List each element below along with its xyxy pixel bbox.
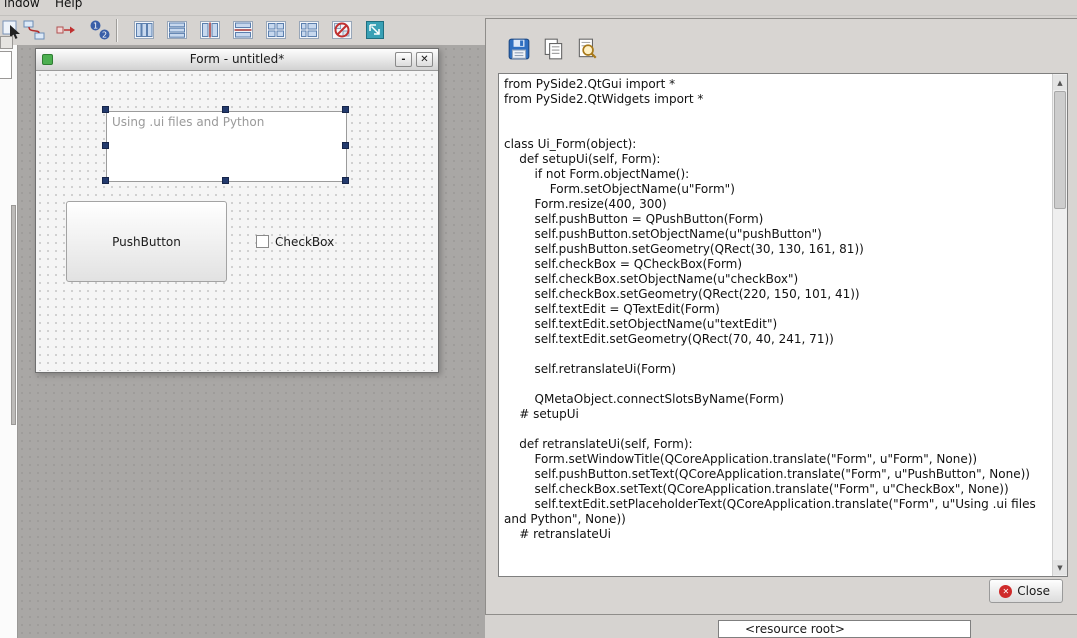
widgetbox-scrollbar-thumb[interactable] [11, 205, 16, 425]
selection-handle-middle-right[interactable] [342, 142, 349, 149]
form-canvas[interactable]: Using .ui files and Python PushButton Ch… [36, 71, 438, 371]
code-preview-dialog: from PySide2.QtGui import * from PySide2… [485, 18, 1077, 615]
copy-button[interactable] [541, 36, 567, 62]
selection-handle-middle-left[interactable] [102, 142, 109, 149]
layout-form-icon [298, 19, 320, 41]
code-text: from PySide2.QtGui import * from PySide2… [499, 74, 1067, 545]
close-button-label: Close [1017, 584, 1050, 598]
form-close-button[interactable]: ✕ [416, 52, 433, 67]
menu-help[interactable]: Help [55, 0, 82, 10]
layout-horizontal-button[interactable] [132, 18, 156, 42]
layout-grid-button[interactable] [264, 18, 288, 42]
edit-buddies-icon [56, 19, 78, 41]
save-icon [507, 37, 531, 61]
toolbar-separator [116, 19, 118, 42]
layout-horizontal-icon [133, 19, 155, 41]
main-toolbar: 12 [0, 17, 482, 45]
code-scrollbar-thumb[interactable] [1054, 91, 1066, 209]
layout-form-button[interactable] [297, 18, 321, 42]
break-layout-button[interactable] [330, 18, 354, 42]
menubar: indow Help [0, 0, 1077, 16]
selection-handle-top-left[interactable] [102, 106, 109, 113]
edit-signals-slots-button[interactable] [22, 18, 46, 42]
code-view[interactable]: from PySide2.QtGui import * from PySide2… [498, 73, 1068, 577]
scroll-down-icon[interactable]: ▼ [1053, 560, 1067, 575]
selection-handle-top-right[interactable] [342, 106, 349, 113]
form-minimize-button[interactable]: - [395, 52, 412, 67]
layout-vertical-splitter-icon [232, 19, 254, 41]
code-scrollbar[interactable]: ▲ ▼ [1052, 74, 1067, 576]
edit-signals-slots-icon [23, 19, 45, 41]
widgetbox-filter-field[interactable] [0, 51, 12, 79]
close-button[interactable]: ✕ Close [989, 579, 1063, 603]
form-titlebar[interactable]: Form - untitled* - ✕ [36, 49, 438, 71]
layout-vertical-icon [166, 19, 188, 41]
mdi-area: Form - untitled* - ✕ Using .ui files and… [18, 45, 485, 638]
scroll-up-icon[interactable]: ▲ [1053, 75, 1067, 90]
checkbox-widget[interactable]: CheckBox [256, 221, 357, 262]
form-editor-window: Form - untitled* - ✕ Using .ui files and… [35, 48, 439, 373]
edit-tab-order-button[interactable]: 12 [88, 18, 112, 42]
find-icon [575, 37, 599, 61]
pushbutton-label: PushButton [112, 235, 181, 249]
close-x-icon: ✕ [999, 585, 1012, 598]
dock-mini-button[interactable] [0, 36, 13, 49]
selection-handle-top-center[interactable] [222, 106, 229, 113]
resource-browser: <resource root> [718, 620, 971, 638]
adjust-size-icon [364, 19, 386, 41]
copy-icon [542, 37, 566, 61]
textedit-placeholder: Using .ui files and Python [107, 112, 346, 132]
selection-handle-bottom-center[interactable] [222, 177, 229, 184]
selection-handle-bottom-left[interactable] [102, 177, 109, 184]
layout-vertical-splitter-button[interactable] [231, 18, 255, 42]
svg-text:1: 1 [93, 22, 98, 31]
resource-root-item[interactable]: <resource root> [719, 621, 970, 636]
selection-handle-bottom-right[interactable] [342, 177, 349, 184]
adjust-size-button[interactable] [363, 18, 387, 42]
layout-vertical-button[interactable] [165, 18, 189, 42]
svg-text:2: 2 [102, 31, 107, 40]
textedit-widget[interactable]: Using .ui files and Python [106, 111, 347, 182]
checkbox-indicator [256, 235, 269, 248]
layout-horizontal-splitter-icon [199, 19, 221, 41]
pushbutton-widget[interactable]: PushButton [66, 201, 227, 282]
layout-horizontal-splitter-button[interactable] [198, 18, 222, 42]
layout-grid-icon [265, 19, 287, 41]
edit-buddies-button[interactable] [55, 18, 79, 42]
checkbox-label: CheckBox [275, 235, 334, 249]
widgetbox-panel [0, 45, 18, 638]
menu-window[interactable]: indow [4, 0, 40, 10]
break-layout-icon [331, 19, 353, 41]
form-title: Form - untitled* [36, 52, 438, 66]
save-button[interactable] [506, 36, 532, 62]
find-button[interactable] [574, 36, 600, 62]
edit-tab-order-icon: 12 [89, 19, 111, 41]
